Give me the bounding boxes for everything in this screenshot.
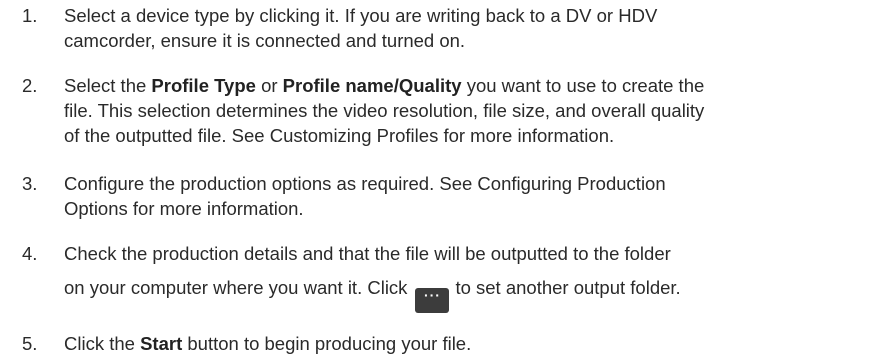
text-segment: button to begin producing your file. <box>182 333 472 354</box>
text-segment: you want to use to create the <box>461 75 705 96</box>
step-number: 3. <box>22 173 38 194</box>
step-line: Select the Profile Type or Profile name/… <box>64 73 874 98</box>
text-segment: to set another output folder. <box>455 277 681 298</box>
step-number: 4. <box>22 243 38 264</box>
step-line: of the outputted file. See Customizing P… <box>64 125 615 146</box>
step-text: Check the production details and that th… <box>64 241 874 313</box>
start-term: Start <box>140 333 183 354</box>
step-line: on your computer where you want it. Clic… <box>64 275 874 313</box>
step-text: Select a device type by clicking it. If … <box>64 3 874 53</box>
step-line: Configure the production options as requ… <box>64 173 666 194</box>
step-line: file. This selection determines the vide… <box>64 100 705 121</box>
step-line: Options for more information. <box>64 198 304 219</box>
profile-type-term: Profile Type <box>151 75 256 96</box>
step-number: 2. <box>22 75 38 96</box>
step-number: 1. <box>22 5 38 26</box>
text-segment: on your computer where you want it. Clic… <box>64 277 408 298</box>
text-segment: Click the <box>64 333 141 354</box>
step-line: Check the production details and that th… <box>64 243 671 264</box>
text-segment: or <box>255 75 283 96</box>
step-line: Select a device type by clicking it. If … <box>64 5 658 26</box>
profile-name-quality-term: Profile name/Quality <box>282 75 462 96</box>
ellipsis-button-icon: ··· <box>415 288 450 313</box>
step-number: 5. <box>22 333 38 354</box>
step-text: Configure the production options as requ… <box>64 171 874 221</box>
step-text: Click the Start button to begin producin… <box>64 331 874 356</box>
step-line: Click the Start button to begin producin… <box>64 331 874 356</box>
step-text: Select the Profile Type or Profile name/… <box>64 73 874 148</box>
text-segment: Select the <box>64 75 152 96</box>
step-line: camcorder, ensure it is connected and tu… <box>64 30 466 51</box>
